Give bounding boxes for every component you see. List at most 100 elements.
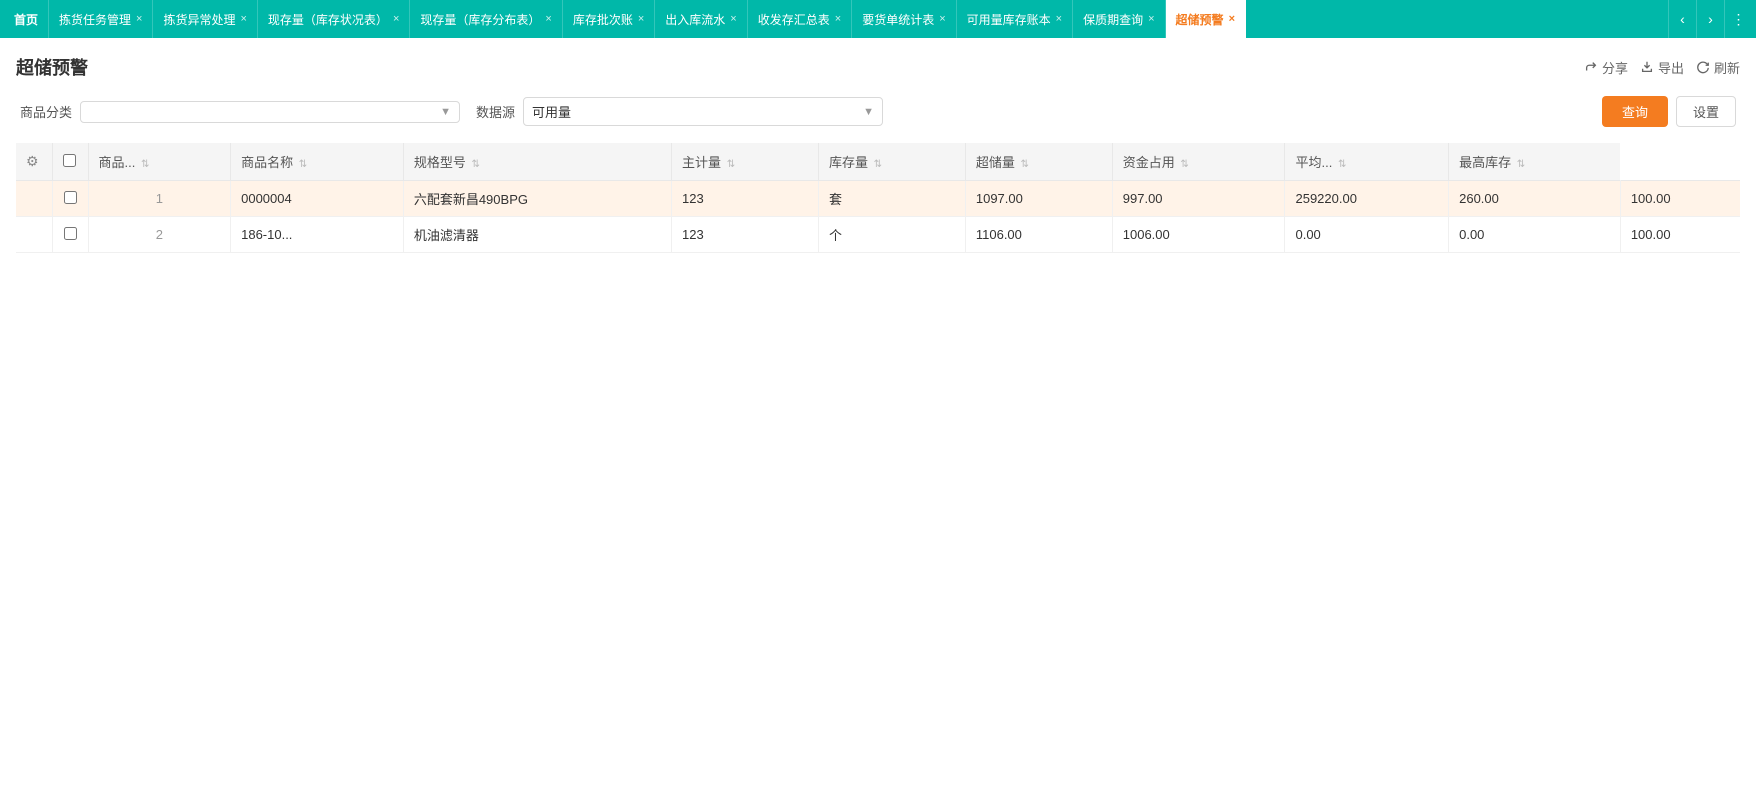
- nav-tab-2[interactable]: 拣货异常处理 ×: [153, 0, 257, 38]
- top-nav: 首页 拣货任务管理 × 拣货异常处理 × 现存量（库存状况表） × 现存量（库存…: [0, 0, 1756, 38]
- col-maxstock-label: 最高库存: [1459, 155, 1511, 170]
- col-header-unit[interactable]: 主计量 ⇅: [672, 143, 819, 181]
- close-tab-11[interactable]: ×: [1229, 13, 1235, 25]
- col-code-label: 商品...: [99, 155, 136, 170]
- row-over-cell: 997.00: [1112, 181, 1285, 217]
- nav-tab-6[interactable]: 出入库流水 ×: [655, 0, 747, 38]
- datasource-chevron-icon: ▼: [863, 106, 874, 118]
- col-header-maxstock[interactable]: 最高库存 ⇅: [1449, 143, 1621, 181]
- row-settings-cell: [16, 217, 52, 253]
- datasource-filter-item: 数据源 可用量 ▼: [476, 97, 883, 126]
- nav-next-button[interactable]: ›: [1696, 0, 1724, 38]
- share-button[interactable]: 分享: [1584, 58, 1628, 77]
- close-tab-7[interactable]: ×: [835, 13, 841, 25]
- export-label: 导出: [1658, 58, 1684, 77]
- row-check-cell[interactable]: [52, 181, 88, 217]
- col-over-label: 超储量: [976, 155, 1015, 170]
- filter-row: 商品分类 ▼ 数据源 可用量 ▼ 查询 设置: [16, 96, 1740, 127]
- row-maxstock-cell: 100.00: [1620, 181, 1740, 217]
- nav-tab-9[interactable]: 可用量库存账本 ×: [957, 0, 1073, 38]
- row-idx-cell: 1: [88, 181, 231, 217]
- sort-icon-avg: ⇅: [1338, 159, 1346, 170]
- tab-label-10: 保质期查询: [1083, 11, 1143, 28]
- row-name-cell: 六配套新昌490BPG: [403, 181, 671, 217]
- nav-tab-10[interactable]: 保质期查询 ×: [1073, 0, 1165, 38]
- settings-button[interactable]: 设置: [1676, 96, 1736, 127]
- sort-icon-code: ⇅: [141, 159, 149, 170]
- close-tab-9[interactable]: ×: [1056, 13, 1062, 25]
- tab-label-5: 库存批次账: [573, 11, 633, 28]
- close-tab-2[interactable]: ×: [240, 13, 246, 25]
- col-capital-label: 资金占用: [1123, 155, 1175, 170]
- row-stock-cell: 1106.00: [965, 217, 1112, 253]
- row-avg-cell: 260.00: [1449, 181, 1621, 217]
- nav-tab-5[interactable]: 库存批次账 ×: [563, 0, 655, 38]
- row-code-cell: 0000004: [231, 181, 404, 217]
- col-header-check[interactable]: [52, 143, 88, 181]
- row-checkbox-1[interactable]: [64, 227, 77, 240]
- col-header-over[interactable]: 超储量 ⇅: [965, 143, 1112, 181]
- row-check-cell[interactable]: [52, 217, 88, 253]
- tab-label-9: 可用量库存账本: [967, 11, 1051, 28]
- row-over-cell: 1006.00: [1112, 217, 1285, 253]
- nav-tab-3[interactable]: 现存量（库存状况表） ×: [258, 0, 410, 38]
- sort-icon-capital: ⇅: [1180, 159, 1188, 170]
- datasource-select[interactable]: 可用量 ▼: [523, 97, 883, 126]
- table-header-row: ⚙ 商品... ⇅ 商品名称 ⇅ 规格型号 ⇅ 主计量: [16, 143, 1740, 181]
- category-filter-label: 商品分类: [20, 102, 72, 121]
- row-code-cell: 186-10...: [231, 217, 404, 253]
- share-icon: [1584, 60, 1598, 74]
- tab-label-11: 超储预警: [1176, 11, 1224, 28]
- data-table: ⚙ 商品... ⇅ 商品名称 ⇅ 规格型号 ⇅ 主计量: [16, 143, 1740, 253]
- query-button[interactable]: 查询: [1602, 96, 1668, 127]
- close-tab-6[interactable]: ×: [730, 13, 736, 25]
- page-content: 超储预警 分享 导出 刷新: [0, 38, 1756, 800]
- sort-icon-maxstock: ⇅: [1517, 159, 1525, 170]
- col-header-spec[interactable]: 规格型号 ⇅: [403, 143, 671, 181]
- col-header-code[interactable]: 商品... ⇅: [88, 143, 231, 181]
- tab-label-2: 拣货异常处理: [163, 11, 235, 28]
- nav-tab-4[interactable]: 现存量（库存分布表） ×: [410, 0, 562, 38]
- nav-tab-7[interactable]: 收发存汇总表 ×: [748, 0, 852, 38]
- sort-icon-spec: ⇅: [471, 159, 479, 170]
- row-idx-cell: 2: [88, 217, 231, 253]
- nav-home[interactable]: 首页: [4, 0, 49, 38]
- close-tab-10[interactable]: ×: [1148, 13, 1154, 25]
- col-header-name[interactable]: 商品名称 ⇅: [231, 143, 404, 181]
- tab-label-4: 现存量（库存分布表）: [420, 11, 540, 28]
- close-tab-3[interactable]: ×: [393, 13, 399, 25]
- row-spec-cell: 123: [672, 217, 819, 253]
- close-tab-1[interactable]: ×: [136, 13, 142, 25]
- col-header-avg[interactable]: 平均... ⇅: [1285, 143, 1449, 181]
- nav-prev-button[interactable]: ‹: [1668, 0, 1696, 38]
- row-avg-cell: 0.00: [1449, 217, 1621, 253]
- nav-tab-11[interactable]: 超储预警 ×: [1166, 0, 1246, 38]
- row-checkbox-0[interactable]: [64, 191, 77, 204]
- col-header-stock[interactable]: 库存量 ⇅: [818, 143, 965, 181]
- close-tab-5[interactable]: ×: [638, 13, 644, 25]
- sort-icon-name: ⇅: [299, 159, 307, 170]
- tab-label-1: 拣货任务管理: [59, 11, 131, 28]
- row-capital-cell: 259220.00: [1285, 181, 1449, 217]
- refresh-button[interactable]: 刷新: [1696, 58, 1740, 77]
- row-settings-cell: [16, 181, 52, 217]
- row-spec-cell: 123: [672, 181, 819, 217]
- home-label: 首页: [14, 11, 38, 28]
- refresh-icon: [1696, 60, 1710, 74]
- col-avg-label: 平均...: [1295, 155, 1332, 170]
- table-settings-gear-icon[interactable]: ⚙: [26, 153, 39, 169]
- export-button[interactable]: 导出: [1640, 58, 1684, 77]
- col-header-settings[interactable]: ⚙: [16, 143, 52, 181]
- close-tab-4[interactable]: ×: [545, 13, 551, 25]
- row-unit-cell: 个: [818, 217, 965, 253]
- col-header-capital[interactable]: 资金占用 ⇅: [1112, 143, 1285, 181]
- sort-icon-over: ⇅: [1021, 159, 1029, 170]
- nav-tab-8[interactable]: 要货单统计表 ×: [852, 0, 956, 38]
- row-maxstock-cell: 100.00: [1620, 217, 1740, 253]
- tab-label-8: 要货单统计表: [862, 11, 934, 28]
- nav-tab-1[interactable]: 拣货任务管理 ×: [49, 0, 153, 38]
- close-tab-8[interactable]: ×: [939, 13, 945, 25]
- nav-more-button[interactable]: ⋮: [1724, 0, 1752, 38]
- category-select[interactable]: ▼: [80, 101, 460, 123]
- select-all-checkbox[interactable]: [63, 154, 76, 167]
